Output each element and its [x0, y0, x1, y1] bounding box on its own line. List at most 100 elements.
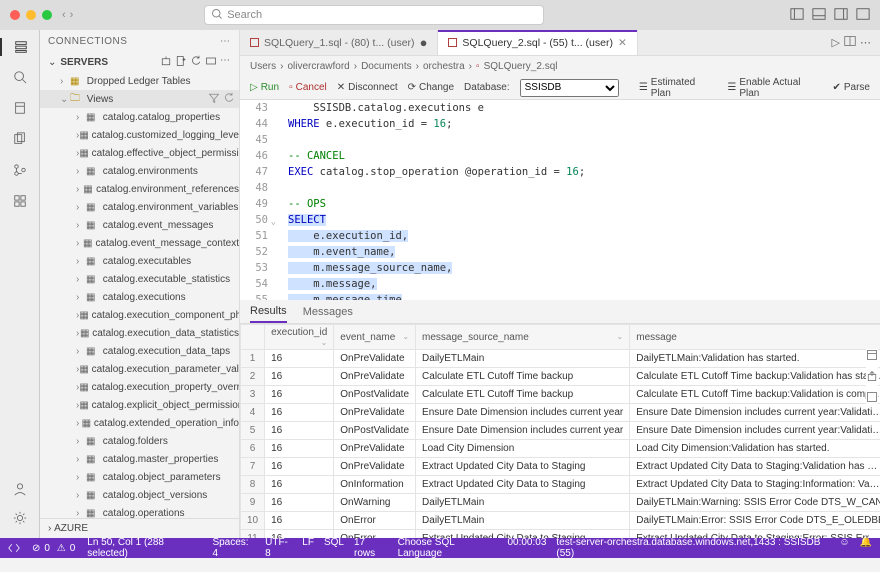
- new-query-icon[interactable]: [175, 55, 187, 70]
- panel-bottom-icon[interactable]: [812, 7, 826, 24]
- table-row[interactable]: 516OnPostValidateEnsure Date Dimension i…: [241, 422, 880, 440]
- status-problems[interactable]: ⊘ 0 ⚠ 0: [32, 543, 75, 554]
- tree-view-item[interactable]: ›▦ catalog.catalog_properties: [40, 108, 239, 126]
- parse-button[interactable]: ✔ Parse: [832, 82, 870, 93]
- tab-more-icon[interactable]: ⋯: [860, 36, 872, 49]
- close-window[interactable]: [10, 10, 20, 20]
- status-spaces[interactable]: Spaces: 4: [212, 537, 255, 559]
- table-row[interactable]: 1116OnErrorExtract Updated City Data to …: [241, 530, 880, 539]
- grid-view-icon[interactable]: [866, 349, 878, 364]
- status-lang[interactable]: SQL: [324, 537, 344, 559]
- tree-view-item[interactable]: ›▦ catalog.executables: [40, 252, 239, 270]
- disconnect-button[interactable]: ✕ Disconnect: [337, 82, 398, 93]
- activity-source[interactable]: [13, 163, 27, 180]
- tree-view-item[interactable]: ›▦ catalog.extended_operation_info: [40, 414, 239, 432]
- tree-view-item[interactable]: ›▦ catalog.folders: [40, 432, 239, 450]
- sidebar-more-icon[interactable]: ⋯: [220, 36, 231, 47]
- status-cursor[interactable]: Ln 50, Col 1 (288 selected): [87, 537, 202, 559]
- col-message[interactable]: message⌄: [630, 325, 880, 350]
- estimated-plan-button[interactable]: ☰ Estimated Plan: [639, 77, 718, 99]
- grid-export-icon[interactable]: [866, 370, 878, 385]
- table-row[interactable]: 116OnPreValidateDailyETLMainDailyETLMain…: [241, 350, 880, 368]
- status-rows[interactable]: 17 rows: [354, 537, 388, 559]
- messages-tab[interactable]: Messages: [303, 302, 353, 322]
- tree-view-item[interactable]: ›▦ catalog.execution_parameter_values: [40, 360, 239, 378]
- tree-view-item[interactable]: ›▦ catalog.executable_statistics: [40, 270, 239, 288]
- tree-view-item[interactable]: ›▦ catalog.execution_data_taps: [40, 342, 239, 360]
- command-search[interactable]: Search: [204, 5, 544, 25]
- tree-view-item[interactable]: ›▦ catalog.execution_component_phases: [40, 306, 239, 324]
- tree-view-item[interactable]: ›▦ catalog.explicit_object_permissions: [40, 396, 239, 414]
- table-row[interactable]: 216OnPreValidateCalculate ETL Cutoff Tim…: [241, 368, 880, 386]
- panel-left-icon[interactable]: [790, 7, 804, 24]
- activity-connections[interactable]: [0, 38, 39, 56]
- status-connection[interactable]: test-server-orchestra.database.windows.n…: [556, 537, 829, 559]
- breadcrumb[interactable]: Users›olivercrawford›Documents›orchestra…: [240, 56, 880, 76]
- tree-view-item[interactable]: ›▦ catalog.environment_references: [40, 180, 239, 198]
- activity-explorer[interactable]: [13, 132, 27, 149]
- table-row[interactable]: 816OnInformationExtract Updated City Dat…: [241, 476, 880, 494]
- tree-view-item[interactable]: ›▦ catalog.object_versions: [40, 486, 239, 504]
- change-conn-button[interactable]: ⟳ Change: [408, 82, 454, 93]
- nav-back[interactable]: ‹: [62, 9, 66, 21]
- table-row[interactable]: 416OnPreValidateEnsure Date Dimension in…: [241, 404, 880, 422]
- status-eol[interactable]: LF: [302, 537, 314, 559]
- collapse-icon[interactable]: [205, 55, 217, 70]
- close-tab-icon[interactable]: ✕: [618, 37, 627, 49]
- table-row[interactable]: 1016OnErrorDailyETLMainDailyETLMain:Erro…: [241, 512, 880, 530]
- object-tree[interactable]: ›▦ Dropped Ledger Tables ⌄🗀 Views ›▦ cat…: [40, 72, 239, 518]
- nav-forward[interactable]: ›: [70, 9, 74, 21]
- status-time[interactable]: 00:00:03: [507, 537, 546, 559]
- minimize-window[interactable]: [26, 10, 36, 20]
- servers-header[interactable]: ⌄ SERVERS ⋯: [40, 52, 239, 72]
- run-toolbar-icon[interactable]: ▷: [832, 36, 840, 49]
- servers-more-icon[interactable]: ⋯: [220, 55, 231, 70]
- tree-view-item[interactable]: ›▦ catalog.event_messages: [40, 216, 239, 234]
- tree-view-item[interactable]: ›▦ catalog.operations: [40, 504, 239, 518]
- activity-search[interactable]: [13, 70, 27, 87]
- tree-view-item[interactable]: ›▦ catalog.execution_property_override_v…: [40, 378, 239, 396]
- new-connection-icon[interactable]: [160, 55, 172, 70]
- azure-section[interactable]: › AZURE: [40, 518, 239, 538]
- tree-view-item[interactable]: ›▦ catalog.event_message_context: [40, 234, 239, 252]
- activity-account[interactable]: [13, 482, 27, 499]
- tree-view-item[interactable]: ›▦ catalog.customized_logging_levels: [40, 126, 239, 144]
- tree-view-item[interactable]: ›▦ catalog.environment_variables: [40, 198, 239, 216]
- tree-view-item[interactable]: ›▦ catalog.executions: [40, 288, 239, 306]
- tree-view-item[interactable]: ›▦ catalog.effective_object_permissions: [40, 144, 239, 162]
- table-row[interactable]: 916OnWarningDailyETLMainDailyETLMain:War…: [241, 494, 880, 512]
- status-encoding[interactable]: UTF-8: [265, 537, 292, 559]
- col-message_source_name[interactable]: message_source_name⌄: [416, 325, 630, 350]
- split-icon[interactable]: [844, 35, 856, 50]
- status-feedback-icon[interactable]: ☺: [839, 537, 849, 559]
- maximize-window[interactable]: [42, 10, 52, 20]
- tree-view-item[interactable]: ›▦ catalog.master_properties: [40, 450, 239, 468]
- col-execution_id[interactable]: execution_id⌄: [265, 325, 334, 350]
- results-grid[interactable]: execution_id⌄event_name⌄message_source_n…: [240, 324, 880, 538]
- tree-dropped-ledger[interactable]: ›▦ Dropped Ledger Tables: [40, 72, 239, 90]
- layout-icon[interactable]: [856, 7, 870, 24]
- tab-sqlquery-1[interactable]: SQLQuery_1.sql - (80) t... (user)●: [240, 30, 438, 55]
- code-editor[interactable]: 4344454647484950⌄515253545556⌄5758⌄5960⌄…: [240, 100, 880, 300]
- tree-view-item[interactable]: ›▦ catalog.execution_data_statistics: [40, 324, 239, 342]
- filter-icon[interactable]: [208, 92, 220, 107]
- table-row[interactable]: 716OnPreValidateExtract Updated City Dat…: [241, 458, 880, 476]
- table-row[interactable]: 316OnPostValidateCalculate ETL Cutoff Ti…: [241, 386, 880, 404]
- activity-extensions[interactable]: [13, 194, 27, 211]
- refresh-views-icon[interactable]: [223, 92, 235, 107]
- refresh-icon[interactable]: [190, 55, 202, 70]
- tree-views-folder[interactable]: ⌄🗀 Views: [40, 90, 239, 108]
- col-event_name[interactable]: event_name⌄: [334, 325, 416, 350]
- status-bell-icon[interactable]: 🔔: [860, 537, 872, 559]
- table-row[interactable]: 616OnPreValidateLoad City DimensionLoad …: [241, 440, 880, 458]
- activity-settings[interactable]: [13, 511, 27, 528]
- database-select[interactable]: SSISDB: [520, 79, 619, 97]
- activity-notebooks[interactable]: [13, 101, 27, 118]
- enable-actual-plan-button[interactable]: ☰ Enable Actual Plan: [727, 77, 822, 99]
- cancel-button[interactable]: ▫ Cancel: [289, 82, 327, 93]
- status-choose-lang[interactable]: Choose SQL Language: [398, 537, 498, 559]
- run-button[interactable]: ▷ Run: [250, 82, 279, 93]
- tree-view-item[interactable]: ›▦ catalog.object_parameters: [40, 468, 239, 486]
- grid-maximize-icon[interactable]: [866, 391, 878, 406]
- tab-sqlquery-2[interactable]: SQLQuery_2.sql - (55) t... (user)✕: [438, 30, 637, 55]
